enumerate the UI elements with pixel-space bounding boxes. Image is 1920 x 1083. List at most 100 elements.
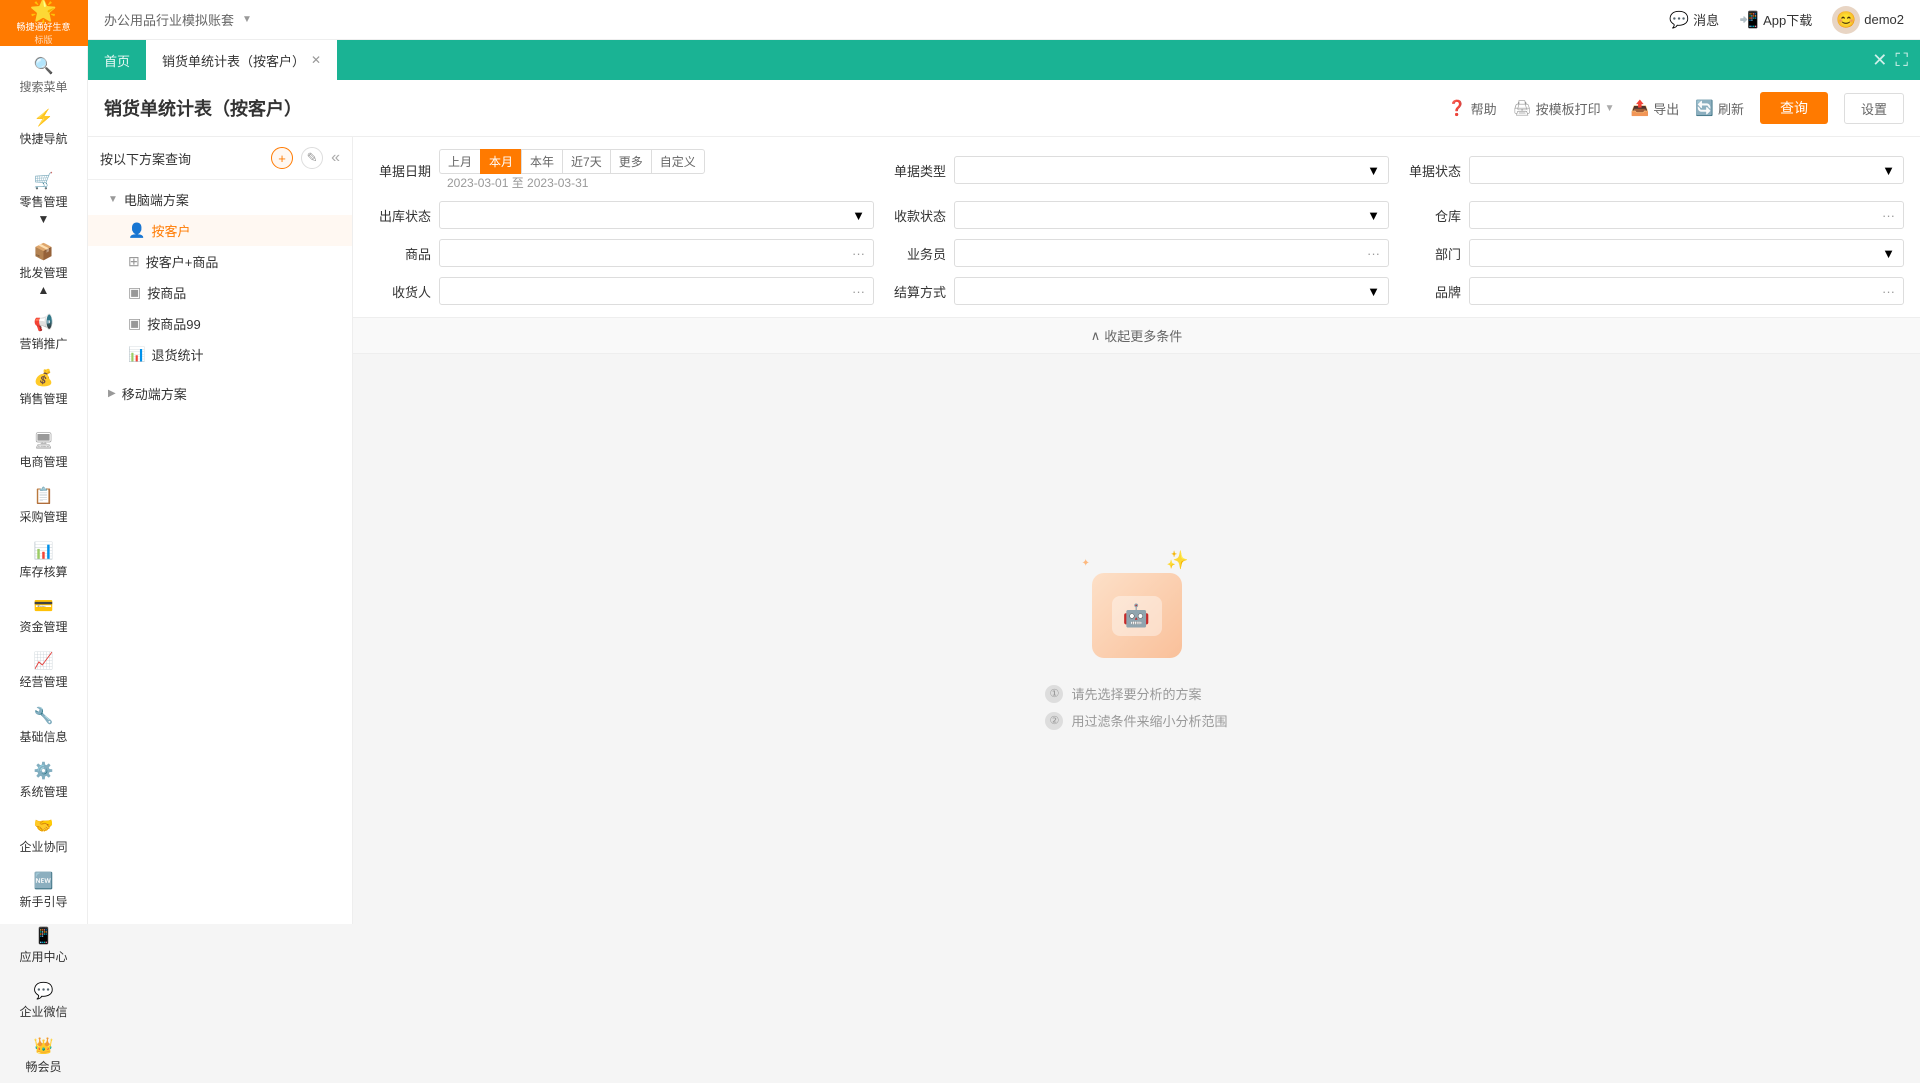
sidebar-item-ecommerce[interactable]: 🖥 电商管理 — [0, 423, 87, 478]
tree-child-by-goods[interactable]: ▣ 按商品 — [88, 277, 352, 308]
tree-child-by-customer-goods[interactable]: ⊞ 按客户+商品 — [88, 246, 352, 277]
empty-box-face: 🤖 — [1112, 596, 1162, 636]
department-chevron: ▼ — [1882, 246, 1895, 261]
warehouse-label: 仓库 — [1399, 206, 1469, 225]
refresh-btn[interactable]: 🔄 刷新 — [1695, 99, 1744, 118]
user-avatar: 😊 — [1832, 6, 1860, 34]
app-download-btn[interactable]: 📲 App下载 — [1739, 10, 1812, 30]
out-status-select[interactable]: ▼ — [439, 201, 874, 229]
order-type-select[interactable]: ▼ — [954, 156, 1389, 184]
add-scheme-btn[interactable]: + — [271, 147, 293, 169]
sidebar-item-corp[interactable]: 🤝 企业协同 — [0, 808, 87, 863]
by-customer-icon: 👤 — [128, 222, 145, 239]
date-more-btn[interactable]: 更多 — [610, 149, 651, 174]
header-breadcrumb-area: 办公用品行业模拟账套 ▼ — [104, 10, 252, 29]
date-last-month-btn[interactable]: 上月 — [439, 149, 480, 174]
sidebar-item-appcenter[interactable]: 📱 应用中心 — [0, 918, 87, 973]
date-this-month-btn[interactable]: 本月 — [480, 149, 521, 174]
goods-control: ··· — [439, 239, 874, 267]
tab-sales-stats[interactable]: 销货单统计表（按客户） ✕ — [146, 40, 337, 80]
tree-parent-desktop[interactable]: ▼ 电脑端方案 — [88, 184, 352, 215]
purchase-label: 采购管理 — [19, 508, 67, 525]
collapse-more-row: ∧ 收起更多条件 — [353, 318, 1920, 354]
message-btn[interactable]: 💬 消息 — [1669, 10, 1719, 30]
filter-cell-department: 部门 ▼ — [1399, 239, 1904, 267]
sidebar-item-sales[interactable]: 💰 销售管理 — [0, 360, 87, 415]
goods-label: 商品 — [369, 244, 439, 263]
payment-status-select[interactable]: ▼ — [954, 201, 1389, 229]
receiver-input[interactable]: ··· — [439, 277, 874, 305]
member-icon: 👑 — [34, 1036, 54, 1056]
out-status-chevron: ▼ — [852, 208, 865, 223]
by-customer-goods-icon: ⊞ — [128, 253, 140, 270]
tab-minimize-icon[interactable]: ✕ — [1872, 50, 1887, 71]
newbie-label: 新手引导 — [19, 893, 67, 910]
brand-label: 品牌 — [1399, 282, 1469, 301]
tree-child-by-goods-99[interactable]: ▣ 按商品99 — [88, 308, 352, 339]
date-this-year-btn[interactable]: 本年 — [521, 149, 562, 174]
tab-expand-icon[interactable]: ⛶ — [1895, 50, 1908, 71]
date-last-7-btn[interactable]: 近7天 — [562, 149, 610, 174]
sidebar-item-quick-nav[interactable]: ⚡ 快捷导航 — [0, 100, 87, 155]
sidebar-item-finance[interactable]: 💳 资金管理 — [0, 588, 87, 643]
collapse-up-icon: ∧ — [1091, 328, 1101, 344]
collapse-panel-btn[interactable]: « — [331, 149, 340, 167]
empty-illustration: 🤖 ✨ ✦ — [1077, 548, 1197, 668]
print-label: 按模板打印 — [1536, 99, 1601, 118]
sales-icon: 💰 — [34, 368, 54, 388]
tree-child-refund-stats[interactable]: 📊 退货统计 — [88, 339, 352, 370]
edit-scheme-btn[interactable]: ✎ — [301, 147, 323, 169]
finance-icon: 💳 — [34, 596, 54, 616]
collapse-more-btn[interactable]: ∧ 收起更多条件 — [1079, 324, 1195, 347]
goods-input[interactable]: ··· — [439, 239, 874, 267]
wholesale-icon: 📦 — [34, 242, 54, 262]
tree-parent-mobile[interactable]: ▶ 移动端方案 — [88, 378, 352, 409]
breadcrumb-dropdown-icon[interactable]: ▼ — [242, 14, 252, 25]
inventory-icon: 📊 — [34, 541, 54, 561]
sidebar-item-newbie[interactable]: 🆕 新手引导 — [0, 863, 87, 918]
sidebar-item-retail[interactable]: 🛒 零售管理 ▼ — [0, 163, 87, 234]
sidebar-item-purchase[interactable]: 📋 采购管理 — [0, 478, 87, 533]
staff-input[interactable]: ··· — [954, 239, 1389, 267]
sidebar-item-inventory[interactable]: 📊 库存核算 — [0, 533, 87, 588]
sidebar-item-system[interactable]: ⚙️ 系统管理 — [0, 753, 87, 808]
order-type-label: 单据类型 — [884, 161, 954, 180]
tree-desktop-label: 电脑端方案 — [124, 190, 189, 209]
sidebar-item-member[interactable]: 👑 畅会员 — [0, 1028, 87, 1083]
order-status-control: ▼ — [1469, 156, 1904, 184]
settlement-label: 结算方式 — [884, 282, 954, 301]
sidebar-item-wholesale[interactable]: 📦 批发管理 ▲ — [0, 234, 87, 305]
sidebar-logo: 🌟 畅捷通好生意 标版 — [0, 0, 88, 46]
quick-nav-label: 快捷导航 — [19, 130, 67, 147]
department-select[interactable]: ▼ — [1469, 239, 1904, 267]
help-btn[interactable]: ❓ 帮助 — [1448, 99, 1497, 118]
warehouse-input[interactable]: ··· — [1469, 201, 1904, 229]
sidebar-item-operation[interactable]: 📈 经营管理 — [0, 643, 87, 698]
date-custom-btn[interactable]: 自定义 — [651, 149, 705, 174]
tip-num-2: ② — [1045, 712, 1063, 730]
query-button[interactable]: 查询 — [1760, 92, 1828, 124]
brand-dots: ··· — [1882, 284, 1895, 299]
brand-input[interactable]: ··· — [1469, 277, 1904, 305]
appcenter-label: 应用中心 — [19, 948, 67, 965]
sidebar-search-item[interactable]: 🔍 搜索菜单 — [0, 46, 87, 100]
refresh-label: 刷新 — [1718, 99, 1744, 118]
corpwx-label: 企业微信 — [19, 1003, 67, 1020]
user-profile-btn[interactable]: 😊 demo2 — [1832, 6, 1904, 34]
filter-cell-brand: 品牌 ··· — [1399, 277, 1904, 305]
settings-button[interactable]: 设置 — [1844, 93, 1904, 124]
settlement-select[interactable]: ▼ — [954, 277, 1389, 305]
ecommerce-label: 电商管理 — [19, 453, 67, 470]
quick-nav-icon: ⚡ — [34, 108, 54, 128]
tab-home[interactable]: 首页 — [88, 40, 146, 80]
export-btn[interactable]: 📤 导出 — [1631, 99, 1680, 118]
tree-child-by-customer[interactable]: 👤 按客户 — [88, 215, 352, 246]
sidebar-item-corpwx[interactable]: 💬 企业微信 — [0, 973, 87, 1028]
filter-cell-receiver: 收货人 ··· — [369, 277, 874, 305]
retail-label: 零售管理 — [19, 193, 67, 210]
print-btn[interactable]: 🖨 按模板打印 ▼ — [1513, 99, 1615, 118]
sidebar-item-marketing[interactable]: 📢 营销推广 — [0, 305, 87, 360]
sidebar-item-basic[interactable]: 🔧 基础信息 — [0, 698, 87, 753]
tab-close-icon[interactable]: ✕ — [311, 53, 321, 67]
order-status-select[interactable]: ▼ — [1469, 156, 1904, 184]
